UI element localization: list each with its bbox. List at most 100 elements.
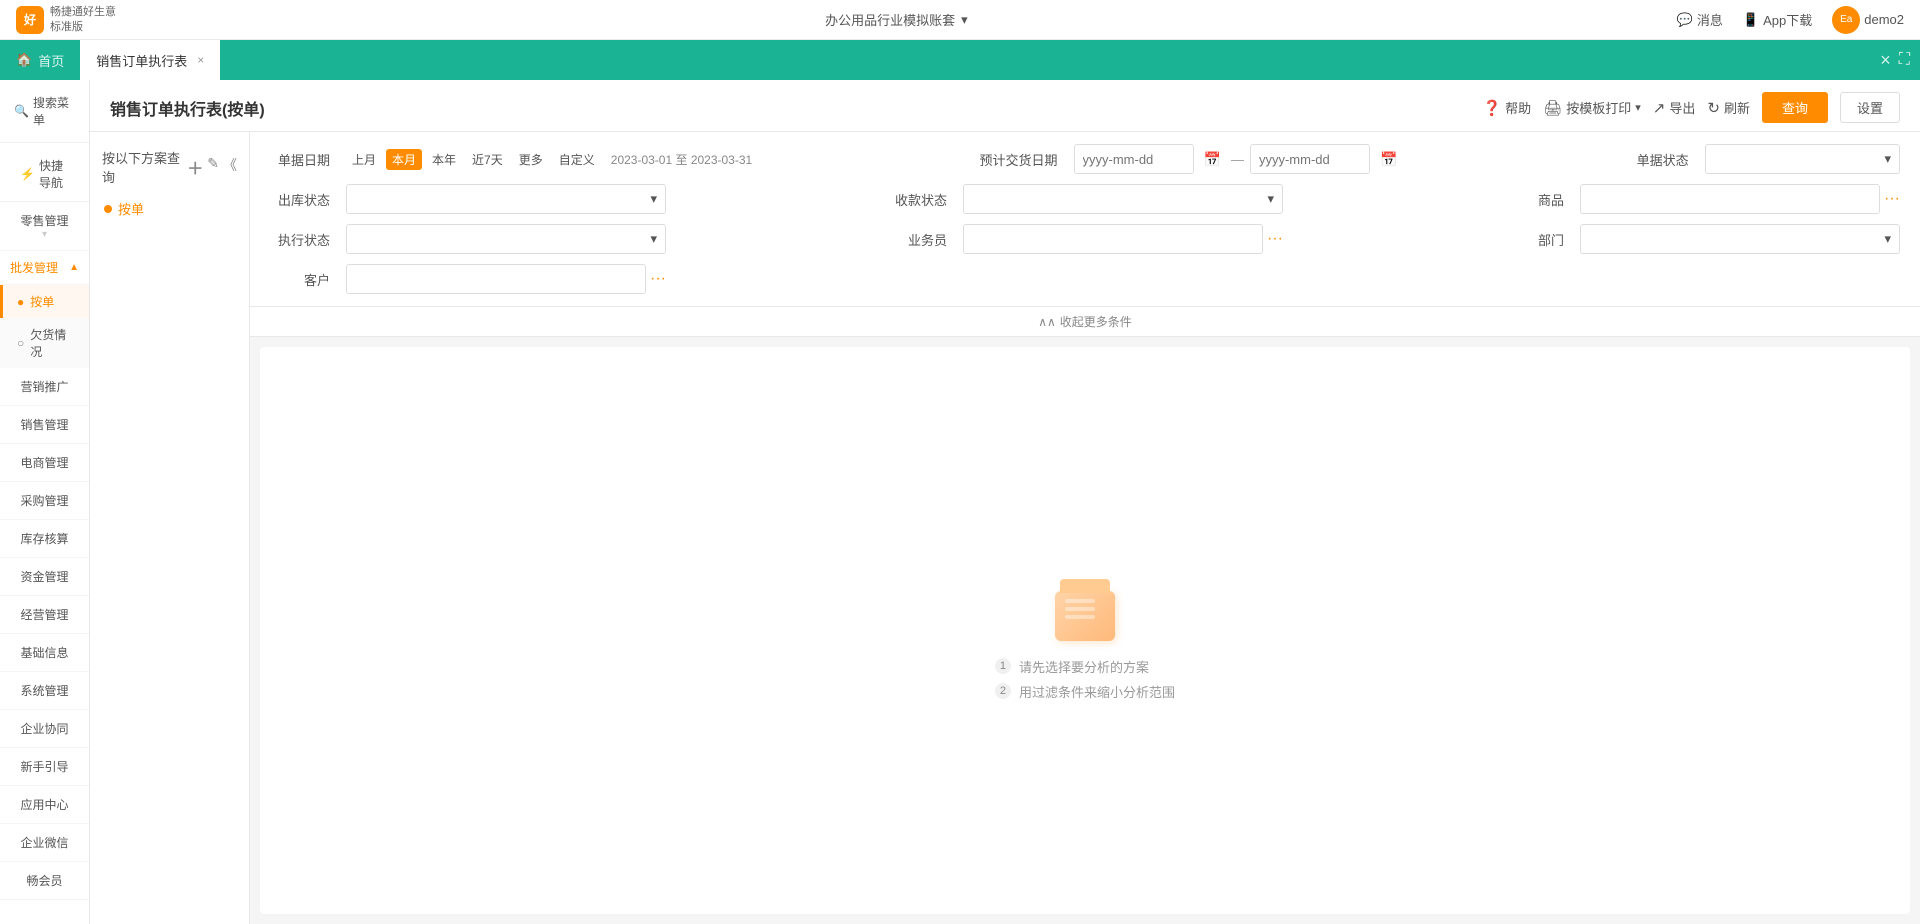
doc-status-chevron: ▾ — [1884, 151, 1891, 167]
sidebar-item-retail[interactable]: 零售管理 ▾ — [0, 202, 89, 251]
customer-input[interactable] — [346, 264, 646, 294]
export-btn[interactable]: ↗ 导出 — [1653, 98, 1696, 117]
tab-home[interactable]: 🏠 首页 — [0, 40, 80, 80]
print-template-btn[interactable]: 🖨 按模板打印 ▾ — [1543, 98, 1641, 117]
message-btn[interactable]: 💬 消息 — [1677, 10, 1723, 29]
expected-date-to[interactable] — [1250, 144, 1370, 174]
salesperson-label: 业务员 — [887, 230, 947, 249]
scheme-edit-icon[interactable]: ✎ — [207, 155, 219, 179]
date-preset-last-month[interactable]: 上月 — [346, 149, 382, 170]
sidebar-item-enterprise[interactable]: 企业协同 — [0, 710, 89, 748]
dept-control: ▾ — [1580, 224, 1900, 254]
refresh-btn[interactable]: ↻ 刷新 — [1707, 98, 1750, 117]
filter-row-3: 执行状态 ▾ 业务员 ··· — [270, 224, 1900, 254]
print-chevron[interactable]: ▾ — [1635, 101, 1641, 114]
date-preset-more[interactable]: 更多 — [513, 149, 549, 170]
scheme-header: 按以下方案查询 ＋ ✎ 《 — [90, 142, 249, 192]
help-btn[interactable]: ❓ 帮助 — [1482, 98, 1531, 117]
exec-status-label: 执行状态 — [270, 230, 330, 249]
goods-dots-icon[interactable]: ··· — [1884, 190, 1900, 208]
logo-area: 好 畅捷通好生意 标准版 — [16, 5, 116, 34]
collapse-more-bar[interactable]: ∧∧ 收起更多条件 — [250, 307, 1920, 337]
warehouse-status-control: ▾ — [346, 184, 666, 214]
sidebar-item-wholesale[interactable]: 批发管理 ▲ — [0, 251, 89, 285]
tab-sales-order-exec[interactable]: 销售订单执行表 × — [80, 40, 220, 80]
date-preset-this-year[interactable]: 本年 — [426, 149, 462, 170]
sidebar-item-app-center[interactable]: 应用中心 — [0, 786, 89, 824]
goods-label: 商品 — [1504, 190, 1564, 209]
top-bar-left: 好 畅捷通好生意 标准版 — [16, 5, 116, 34]
empty-icon — [1045, 561, 1125, 641]
download-icon: 📱 — [1743, 12, 1759, 28]
search-icon: 🔍 — [14, 104, 29, 118]
dept-chevron: ▾ — [1884, 231, 1891, 247]
sidebar-item-finance[interactable]: 资金管理 — [0, 558, 89, 596]
scheme-header-actions: ＋ ✎ 《 — [187, 155, 237, 179]
page-header: 销售订单执行表(按单) ❓ 帮助 🖨 按模板打印 ▾ ↗ 导出 ↻ 刷新 — [90, 80, 1920, 132]
collection-status-select[interactable]: ▾ — [963, 184, 1283, 214]
order-icon: ● — [17, 295, 24, 309]
quick-nav-label: ⚡ 快捷导航 — [0, 143, 89, 202]
expected-date-from[interactable] — [1074, 144, 1194, 174]
sidebar-sub-wholesale: ● 按单 ○ 欠货情况 — [0, 285, 89, 368]
sidebar-item-operations[interactable]: 经营管理 — [0, 596, 89, 634]
sidebar-item-marketing[interactable]: 营销推广 — [0, 368, 89, 406]
sidebar-item-ecommerce[interactable]: 电商管理 — [0, 444, 89, 482]
sidebar-sub-item-order[interactable]: ● 按单 — [0, 285, 89, 318]
main-layout: 🔍 搜索菜单 ⚡ 快捷导航 零售管理 ▾ 批发管理 ▲ ● 按单 ○ 欠货 — [0, 80, 1920, 924]
setting-button[interactable]: 设置 — [1840, 92, 1900, 123]
top-bar: 好 畅捷通好生意 标准版 办公用品行业模拟账套 ▾ 💬 消息 📱 App下载 E… — [0, 0, 1920, 40]
scheme-add-icon[interactable]: ＋ — [187, 155, 203, 179]
goods-input[interactable] — [1580, 184, 1880, 214]
sidebar-item-sales-mgmt[interactable]: 销售管理 — [0, 406, 89, 444]
top-bar-right: 💬 消息 📱 App下载 Ea demo2 — [1677, 6, 1904, 34]
exec-status-select[interactable]: ▾ — [346, 224, 666, 254]
sidebar-sub-item-debt[interactable]: ○ 欠货情况 — [0, 318, 89, 368]
cal-from-icon[interactable]: 📅 — [1204, 151, 1221, 168]
page-selector-chevron[interactable]: ▾ — [961, 12, 968, 28]
dept-select[interactable]: ▾ — [1580, 224, 1900, 254]
debt-icon: ○ — [17, 336, 24, 350]
results-area: 1 请先选择要分析的方案 2 用过滤条件来缩小分析范围 — [260, 347, 1910, 914]
customer-dots-icon[interactable]: ··· — [650, 270, 666, 288]
salesperson-dots-icon[interactable]: ··· — [1267, 230, 1283, 248]
date-preset-area: 上月 本月 本年 近7天 更多 自定义 2023-03-01 至 2023-03… — [346, 149, 752, 170]
sidebar-item-corp-wechat[interactable]: 企业微信 — [0, 824, 89, 862]
query-button[interactable]: 查询 — [1762, 92, 1828, 123]
app-download-btn[interactable]: 📱 App下载 — [1743, 10, 1812, 29]
doc-status-select[interactable]: ▾ — [1705, 144, 1900, 174]
sidebar-item-inventory[interactable]: 库存核算 — [0, 520, 89, 558]
sidebar: 🔍 搜索菜单 ⚡ 快捷导航 零售管理 ▾ 批发管理 ▲ ● 按单 ○ 欠货 — [0, 80, 90, 924]
empty-hint-item-1: 1 请先选择要分析的方案 — [995, 657, 1175, 676]
user-area[interactable]: Ea demo2 — [1832, 6, 1904, 34]
page-actions: ❓ 帮助 🖨 按模板打印 ▾ ↗ 导出 ↻ 刷新 查询 设置 — [1482, 92, 1900, 123]
cal-to-icon[interactable]: 📅 — [1380, 151, 1397, 168]
quick-nav-icon: ⚡ — [20, 167, 35, 181]
filter-row-4: 客户 ··· — [270, 264, 1900, 294]
export-icon: ↗ — [1653, 99, 1666, 117]
sidebar-item-purchase[interactable]: 采购管理 — [0, 482, 89, 520]
search-menu-btn[interactable]: 🔍 搜索菜单 — [8, 90, 81, 132]
sidebar-item-basic-info[interactable]: 基础信息 — [0, 634, 89, 672]
scheme-panel: 按以下方案查询 ＋ ✎ 《 按单 — [90, 132, 250, 924]
dept-label: 部门 — [1504, 230, 1564, 249]
quick-nav-btn[interactable]: ⚡ 快捷导航 — [10, 151, 79, 197]
sidebar-item-vip[interactable]: 畅会员 — [0, 862, 89, 900]
page-title: 销售订单执行表(按单) — [110, 96, 265, 120]
warehouse-status-select[interactable]: ▾ — [346, 184, 666, 214]
message-icon: 💬 — [1677, 12, 1693, 28]
sidebar-item-system[interactable]: 系统管理 — [0, 672, 89, 710]
tab-close-icon[interactable]: × — [197, 53, 204, 67]
tab-close-all-icon[interactable]: × — [1880, 50, 1891, 71]
avatar: Ea — [1832, 6, 1860, 34]
date-preset-custom[interactable]: 自定义 — [553, 149, 601, 170]
tab-expand-icon[interactable]: ⛶ — [1899, 51, 1910, 69]
date-preset-this-month[interactable]: 本月 — [386, 149, 422, 170]
salesperson-input[interactable] — [963, 224, 1263, 254]
salesperson-control: ··· — [963, 224, 1283, 254]
scheme-collapse-icon[interactable]: 《 — [223, 155, 237, 179]
sidebar-item-newbie[interactable]: 新手引导 — [0, 748, 89, 786]
scheme-item-by-order[interactable]: 按单 — [90, 192, 249, 225]
collection-status-label: 收款状态 — [887, 190, 947, 209]
date-preset-7days[interactable]: 近7天 — [466, 149, 509, 170]
